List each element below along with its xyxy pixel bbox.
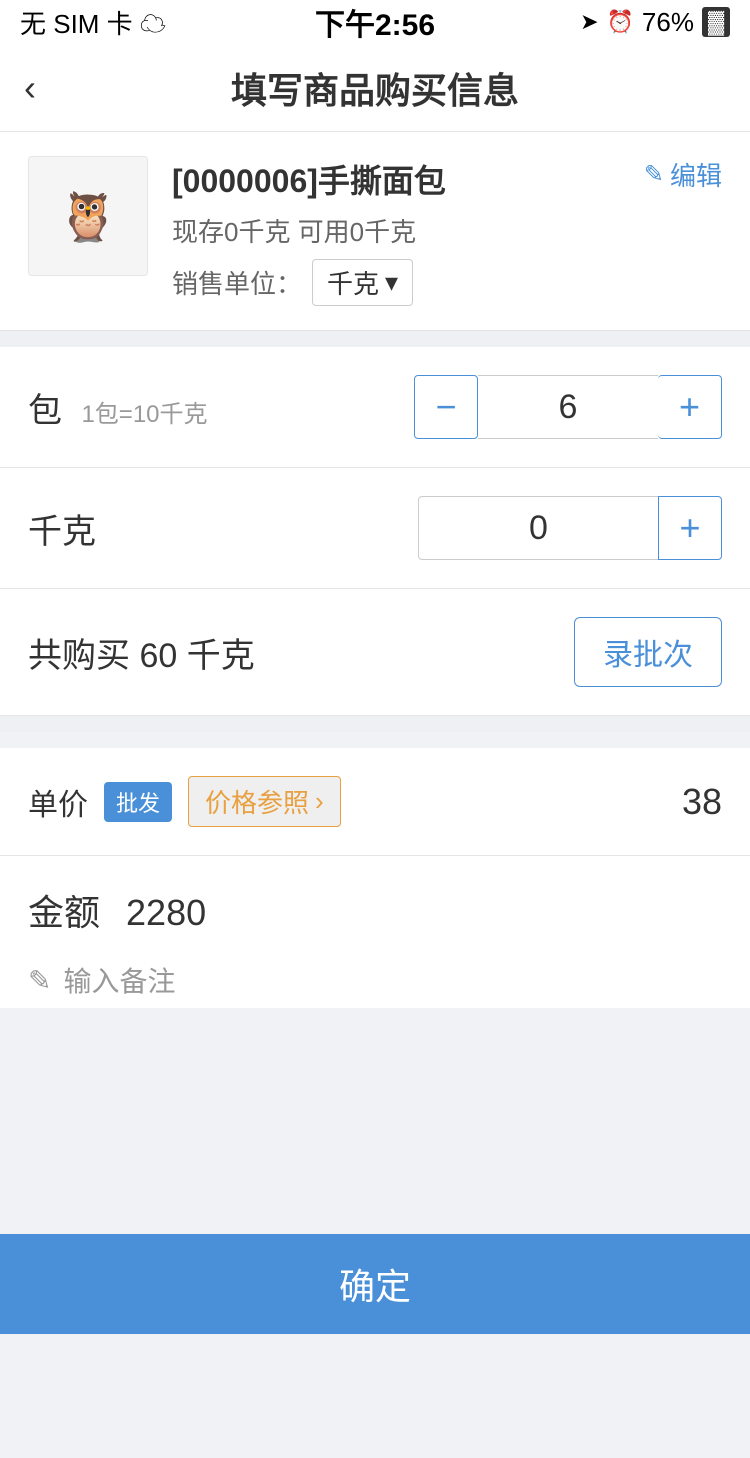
amount-text: 金额 2280 — [28, 884, 722, 936]
separator-2 — [0, 716, 750, 732]
status-right: ➤ ⏰ 76% ▓ — [580, 7, 730, 38]
location-icon: ➤ — [580, 9, 598, 35]
package-row: 包 1包=10千克 − + — [0, 347, 750, 468]
remark-row[interactable]: ✎ 输入备注 — [28, 952, 722, 1008]
page-title: 填写商品购买信息 — [231, 62, 519, 114]
pencil-icon: ✎ — [28, 964, 51, 997]
package-label: 包 1包=10千克 — [28, 383, 414, 432]
price-reference-button[interactable]: 价格参照 › — [188, 776, 341, 827]
alarm-icon: ⏰ — [607, 9, 634, 35]
price-row: 单价 批发 价格参照 › 38 — [28, 776, 722, 827]
product-logo-icon: 🦉 — [58, 188, 118, 245]
product-info: [0000006]手撕面包 ✎ 编辑 现存0千克 可用0千克 销售单位： 千克 … — [172, 156, 722, 306]
edit-button[interactable]: ✎ 编辑 — [644, 156, 722, 193]
status-bar: 无 SIM 卡 ☁ 下午2:56 ➤ ⏰ 76% ▓ — [0, 0, 750, 44]
batch-button[interactable]: 录批次 — [574, 617, 722, 687]
product-name: [0000006]手撕面包 — [172, 156, 446, 202]
dropdown-arrow-icon: ▾ — [385, 267, 398, 298]
unit-dropdown[interactable]: 千克 ▾ — [312, 259, 413, 306]
carrier-text: 无 SIM 卡 ☁ — [20, 4, 166, 41]
package-decrement-button[interactable]: − — [414, 375, 478, 439]
price-section: 单价 批发 价格参照 › 38 — [0, 748, 750, 856]
kilogram-increment-button[interactable]: + — [658, 496, 722, 560]
product-stock: 现存0千克 可用0千克 — [172, 212, 722, 249]
kilogram-row: 千克 + — [0, 468, 750, 589]
amount-section: 金额 2280 ✎ 输入备注 — [0, 856, 750, 1008]
kilogram-quantity-input[interactable] — [418, 496, 658, 560]
package-increment-button[interactable]: + — [658, 375, 722, 439]
price-label: 单价 — [28, 780, 88, 824]
nav-bar: ‹ 填写商品购买信息 — [0, 44, 750, 132]
price-value: 38 — [682, 781, 722, 823]
package-quantity-input[interactable] — [478, 375, 658, 439]
price-ref-arrow-icon: › — [315, 786, 324, 817]
separator-1 — [0, 331, 750, 347]
amount-value: 2280 — [126, 892, 206, 933]
product-unit: 销售单位： 千克 ▾ — [172, 259, 722, 306]
total-row: 共购买 60 千克 录批次 — [0, 589, 750, 716]
battery-text: 76% — [642, 7, 694, 38]
input-section: 包 1包=10千克 − + 千克 + — [0, 347, 750, 589]
total-text: 共购买 60 千克 — [28, 628, 255, 677]
back-button[interactable]: ‹ — [24, 67, 36, 109]
product-image: 🦉 — [28, 156, 148, 276]
package-quantity-control: − + — [414, 375, 722, 439]
product-card: 🦉 [0000006]手撕面包 ✎ 编辑 现存0千克 可用0千克 销售单位： 千… — [0, 132, 750, 331]
package-hint: 1包=10千克 — [81, 401, 207, 428]
remark-placeholder: 输入备注 — [63, 960, 175, 1000]
status-time: 下午2:56 — [315, 0, 435, 44]
edit-icon: ✎ — [644, 160, 664, 189]
kilogram-label: 千克 — [28, 504, 418, 553]
confirm-button[interactable]: 确定 — [0, 1234, 750, 1334]
price-type-tag: 批发 — [104, 782, 172, 822]
kilogram-quantity-control: + — [418, 496, 722, 560]
status-left: 无 SIM 卡 ☁ — [20, 4, 166, 41]
battery-icon: ▓ — [702, 7, 730, 37]
